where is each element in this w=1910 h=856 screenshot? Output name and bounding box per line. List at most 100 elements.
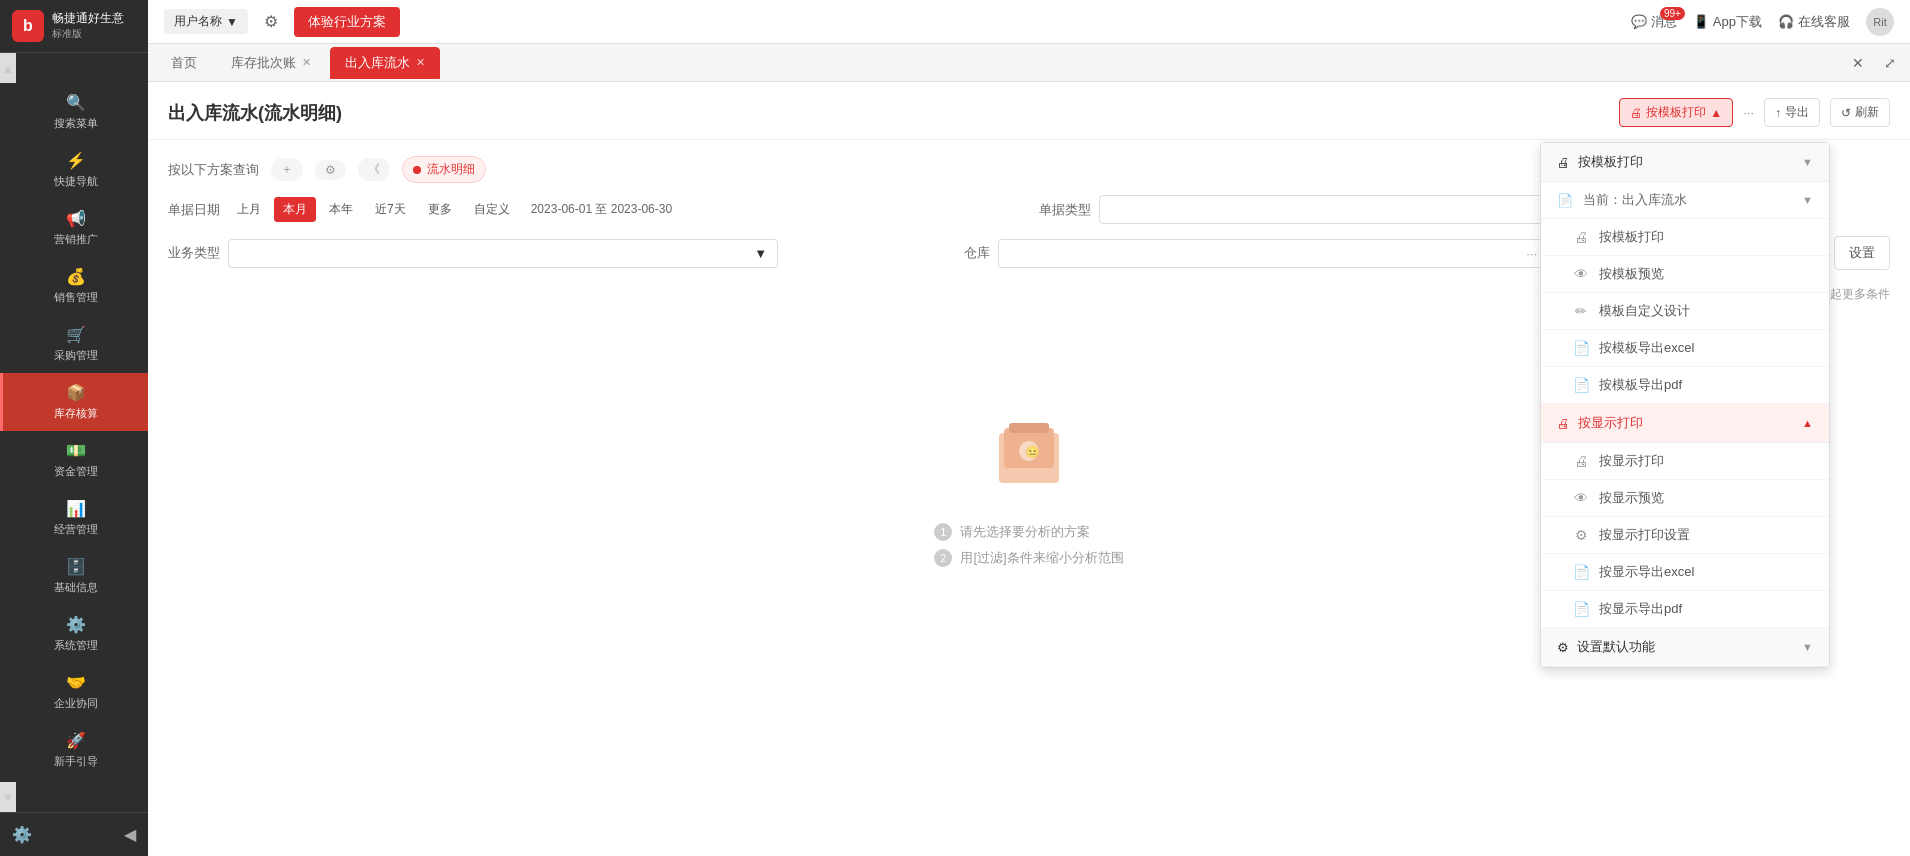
date-btn-last-month[interactable]: 上月 <box>228 197 270 222</box>
sidebar-item-finance[interactable]: 💵 资金管理 <box>0 431 148 489</box>
operation-icon: 📊 <box>66 499 86 518</box>
sidebar-item-quick-nav[interactable]: ⚡ 快捷导航 <box>0 141 148 199</box>
sidebar-item-marketing[interactable]: 📢 营销推广 <box>0 199 148 257</box>
default-section-header[interactable]: ⚙ 设置默认功能 ▼ <box>1541 628 1829 667</box>
dropdown-display-settings[interactable]: ⚙ 按显示打印设置 <box>1541 517 1829 554</box>
warehouse-select[interactable]: ··· <box>998 239 1548 268</box>
settings-icon[interactable]: ⚙️ <box>12 825 32 844</box>
template-pdf-item-label: 按模板导出pdf <box>1599 376 1682 394</box>
add-filter-button[interactable]: ＋ <box>271 158 303 181</box>
page-header: 出入库流水(流水明细) 🖨 按模板打印 ▲ ··· ↑ 导出 ↺ 刷新 <box>148 82 1910 140</box>
sidebar-scroll-up[interactable]: ▲ <box>0 53 16 83</box>
tab-batch-close[interactable]: ✕ <box>302 56 311 69</box>
date-btn-custom[interactable]: 自定义 <box>465 197 519 222</box>
sidebar-item-operation[interactable]: 📊 经营管理 <box>0 489 148 547</box>
template-excel-item-icon: 📄 <box>1573 340 1589 356</box>
sidebar-item-sales[interactable]: 💰 销售管理 <box>0 257 148 315</box>
purchase-icon: 🛒 <box>66 325 86 344</box>
page-content: 出入库流水(流水明细) 🖨 按模板打印 ▲ ··· ↑ 导出 ↺ 刷新 <box>148 82 1910 856</box>
sidebar-label-quicknav: 快捷导航 <box>54 174 98 189</box>
template-print-item-icon: 🖨 <box>1573 229 1589 245</box>
template-print-chevron: ▲ <box>1710 106 1722 120</box>
export-button[interactable]: ↑ 导出 <box>1764 98 1820 127</box>
template-section-header[interactable]: 🖨 按模板打印 ▼ <box>1541 143 1829 182</box>
dropdown-display-pdf[interactable]: 📄 按显示导出pdf <box>1541 591 1829 628</box>
sidebar-item-collab[interactable]: 🤝 企业协同 <box>0 663 148 721</box>
refresh-button[interactable]: ↺ 刷新 <box>1830 98 1890 127</box>
close-tab-button[interactable]: ✕ <box>1846 51 1870 75</box>
dropdown-template-preview[interactable]: 👁 按模板预览 <box>1541 256 1829 293</box>
business-type-select[interactable]: ▼ <box>228 239 778 268</box>
display-pdf-item-label: 按显示导出pdf <box>1599 600 1682 618</box>
header-right: 💬 消息 99+ 📱 App下载 🎧 在线客服 Rit <box>1631 8 1894 36</box>
current-template-row[interactable]: 📄 当前：出入库流水 ▼ <box>1541 182 1829 219</box>
online-service-button[interactable]: 🎧 在线客服 <box>1778 13 1850 31</box>
industry-button[interactable]: 体验行业方案 <box>294 7 400 37</box>
tab-batch[interactable]: 库存批次账 ✕ <box>216 47 326 79</box>
printer-icon: 🖨 <box>1630 106 1642 120</box>
app-download-button[interactable]: 📱 App下载 <box>1693 13 1762 31</box>
template-print-item-label: 按模板打印 <box>1599 228 1664 246</box>
message-icon: 💬 <box>1631 14 1647 29</box>
template-custom-item-icon: ✏ <box>1573 303 1589 319</box>
collapse-sidebar-icon[interactable]: ◀ <box>124 825 136 844</box>
sidebar-item-purchase[interactable]: 🛒 采购管理 <box>0 315 148 373</box>
service-icon: 🎧 <box>1778 14 1794 29</box>
sidebar-item-search[interactable]: 🔍 搜索菜单 <box>0 83 148 141</box>
gear-button[interactable]: ⚙ <box>256 7 286 37</box>
app-logo: b 畅捷通好生意 标准版 <box>0 0 148 53</box>
maximize-tab-button[interactable]: ⤢ <box>1878 51 1902 75</box>
quicknav-icon: ⚡ <box>66 151 86 170</box>
tab-home[interactable]: 首页 <box>156 47 212 79</box>
more-options-icon[interactable]: ··· <box>1743 105 1754 120</box>
message-button[interactable]: 💬 消息 99+ <box>1631 13 1677 31</box>
filter-settings-button[interactable]: ⚙ <box>315 160 346 180</box>
top-header: 用户名称 ▼ ⚙ 体验行业方案 💬 消息 99+ 📱 App下载 🎧 <box>148 0 1910 44</box>
main-area: 用户名称 ▼ ⚙ 体验行业方案 💬 消息 99+ 📱 App下载 🎧 <box>148 0 1910 856</box>
avatar[interactable]: Rit <box>1866 8 1894 36</box>
sidebar-scroll-down[interactable]: ▼ <box>0 782 16 812</box>
business-type-field: 业务类型 ▼ <box>168 239 944 268</box>
template-print-button[interactable]: 🖨 按模板打印 ▲ <box>1619 98 1733 127</box>
business-type-label: 业务类型 <box>168 244 220 262</box>
tab-flow-close[interactable]: ✕ <box>416 56 425 69</box>
date-btn-more[interactable]: 更多 <box>419 197 461 222</box>
sidebar-item-system[interactable]: ⚙️ 系统管理 <box>0 605 148 663</box>
sidebar-item-guide[interactable]: 🚀 新手引导 <box>0 721 148 779</box>
empty-steps-list: 1 请先选择要分析的方案 2 用[过滤]条件来缩小分析范围 <box>934 523 1123 575</box>
default-section-label: 设置默认功能 <box>1577 638 1655 656</box>
active-filter-tag[interactable]: 流水明细 <box>402 156 486 183</box>
date-btn-current-month[interactable]: 本月 <box>274 197 316 222</box>
dropdown-display-preview[interactable]: 👁 按显示预览 <box>1541 480 1829 517</box>
dropdown-template-pdf[interactable]: 📄 按模板导出pdf <box>1541 367 1829 404</box>
display-section-chevron: ▲ <box>1802 417 1813 429</box>
settings-button[interactable]: 设置 <box>1834 236 1890 270</box>
sidebar-label-finance: 资金管理 <box>54 464 98 479</box>
current-template-icon: 📄 <box>1557 193 1573 208</box>
display-section-label: 按显示打印 <box>1578 414 1643 432</box>
finance-icon: 💵 <box>66 441 86 460</box>
display-section-header[interactable]: 🖨 按显示打印 ▲ <box>1541 404 1829 443</box>
dropdown-template-custom[interactable]: ✏ 模板自定义设计 <box>1541 293 1829 330</box>
sidebar-label-basic: 基础信息 <box>54 580 98 595</box>
dropdown-template-excel[interactable]: 📄 按模板导出excel <box>1541 330 1829 367</box>
sidebar-label-collab: 企业协同 <box>54 696 98 711</box>
guide-icon: 🚀 <box>66 731 86 750</box>
dropdown-template-print[interactable]: 🖨 按模板打印 <box>1541 219 1829 256</box>
sidebar-label-search: 搜索菜单 <box>54 116 98 131</box>
sidebar-item-basic[interactable]: 🗄️ 基础信息 <box>0 547 148 605</box>
sidebar-label-guide: 新手引导 <box>54 754 98 769</box>
template-preview-item-icon: 👁 <box>1573 266 1589 282</box>
date-btn-year[interactable]: 本年 <box>320 197 362 222</box>
sidebar-item-apps[interactable]: 🔲 应用中心 <box>0 779 148 782</box>
dropdown-display-excel[interactable]: 📄 按显示导出excel <box>1541 554 1829 591</box>
sidebar-label-operation: 经营管理 <box>54 522 98 537</box>
date-btn-7days[interactable]: 近7天 <box>366 197 415 222</box>
user-selector[interactable]: 用户名称 ▼ <box>164 9 248 34</box>
search-icon: 🔍 <box>66 93 86 112</box>
dropdown-display-print[interactable]: 🖨 按显示打印 <box>1541 443 1829 480</box>
filter-collapse-button[interactable]: 《 <box>358 158 390 181</box>
tab-flow[interactable]: 出入库流水 ✕ <box>330 47 440 79</box>
sidebar-item-inventory[interactable]: 📦 库存核算 <box>0 373 148 431</box>
warehouse-more-icon[interactable]: ··· <box>1526 246 1537 261</box>
